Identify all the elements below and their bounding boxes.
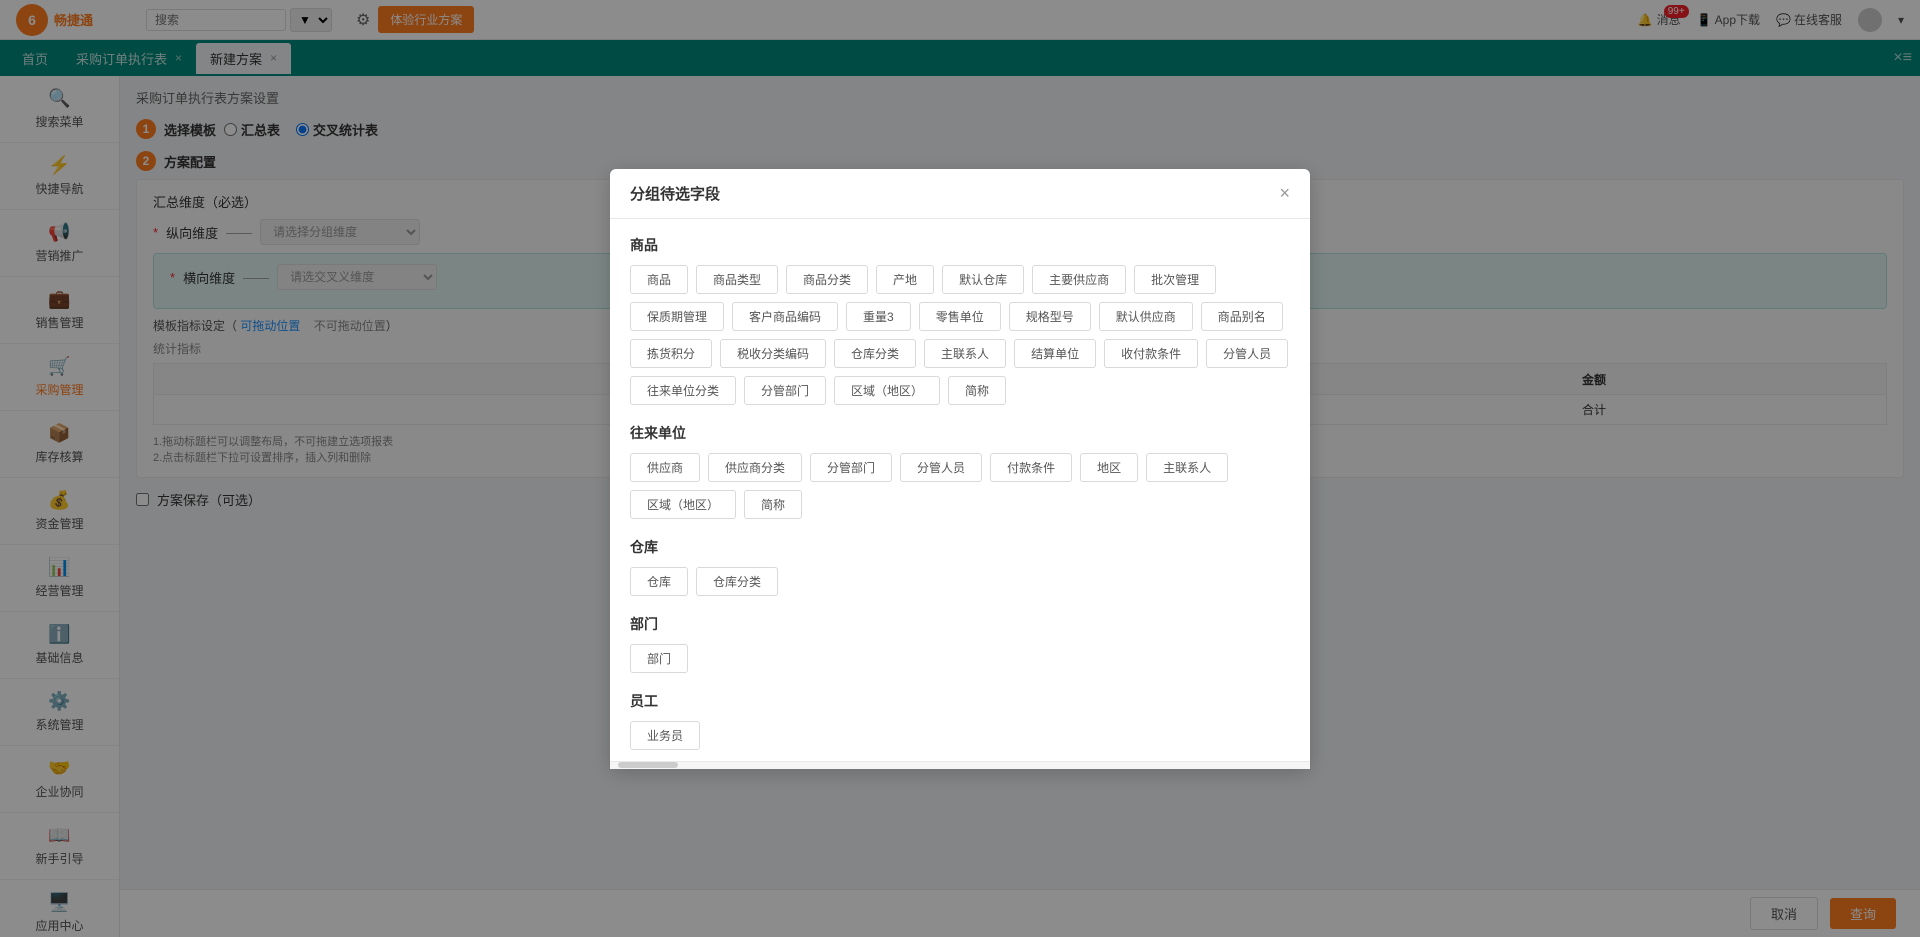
chip-batch-mgmt[interactable]: 批次管理 — [1134, 265, 1216, 294]
chip-department[interactable]: 部门 — [630, 644, 688, 673]
chip-abbr2[interactable]: 简称 — [744, 490, 802, 519]
modal-header: 分组待选字段 × — [610, 169, 1310, 219]
chip-warehouse-cat[interactable]: 仓库分类 — [696, 567, 778, 596]
chip-settlement-unit[interactable]: 结算单位 — [1014, 339, 1096, 368]
chip-weight[interactable]: 重量3 — [846, 302, 911, 331]
chip-supervisor2[interactable]: 分管人员 — [900, 453, 982, 482]
chip-main-contact[interactable]: 主联系人 — [924, 339, 1006, 368]
group-title-partner: 往来单位 — [630, 423, 1290, 443]
modal-hscroll-bar — [618, 762, 678, 768]
modal-title: 分组待选字段 — [630, 183, 720, 204]
chip-tax-code[interactable]: 税收分类编码 — [720, 339, 826, 368]
field-group-department: 部门 部门 — [630, 614, 1290, 673]
chip-expiry-mgmt[interactable]: 保质期管理 — [630, 302, 724, 331]
field-chips-partner: 供应商 供应商分类 分管部门 分管人员 付款条件 地区 主联系人 区域（地区） … — [630, 453, 1290, 519]
chip-salesperson[interactable]: 业务员 — [630, 721, 700, 750]
chip-supervisor[interactable]: 分管人员 — [1206, 339, 1288, 368]
chip-dept[interactable]: 分管部门 — [744, 376, 826, 405]
chip-spec-model[interactable]: 规格型号 — [1009, 302, 1091, 331]
chip-main-contact2[interactable]: 主联系人 — [1146, 453, 1228, 482]
chip-partner-category[interactable]: 往来单位分类 — [630, 376, 736, 405]
chip-area[interactable]: 地区 — [1080, 453, 1138, 482]
field-group-product: 商品 商品 商品类型 商品分类 产地 默认仓库 主要供应商 批次管理 保质期管理… — [630, 235, 1290, 405]
chip-payment-terms[interactable]: 收付款条件 — [1104, 339, 1198, 368]
chip-default-supplier[interactable]: 默认供应商 — [1099, 302, 1193, 331]
modal: 分组待选字段 × 商品 商品 商品类型 商品分类 产地 默认仓库 主要供应商 批… — [610, 169, 1310, 769]
chip-pick-points[interactable]: 拣货积分 — [630, 339, 712, 368]
field-chips-warehouse: 仓库 仓库分类 — [630, 567, 1290, 596]
chip-region1[interactable]: 区域（地区） — [834, 376, 940, 405]
field-chips-employee: 业务员 — [630, 721, 1290, 750]
chip-pay-terms[interactable]: 付款条件 — [990, 453, 1072, 482]
field-chips-product: 商品 商品类型 商品分类 产地 默认仓库 主要供应商 批次管理 保质期管理 客户… — [630, 265, 1290, 405]
field-group-partner: 往来单位 供应商 供应商分类 分管部门 分管人员 付款条件 地区 主联系人 区域… — [630, 423, 1290, 519]
chip-product-category[interactable]: 商品分类 — [786, 265, 868, 294]
group-title-product: 商品 — [630, 235, 1290, 255]
chip-default-warehouse[interactable]: 默认仓库 — [942, 265, 1024, 294]
modal-overlay[interactable]: 分组待选字段 × 商品 商品 商品类型 商品分类 产地 默认仓库 主要供应商 批… — [0, 0, 1920, 937]
chip-abbr1[interactable]: 简称 — [948, 376, 1006, 405]
field-chips-department: 部门 — [630, 644, 1290, 673]
chip-retail-unit[interactable]: 零售单位 — [919, 302, 1001, 331]
modal-body[interactable]: 商品 商品 商品类型 商品分类 产地 默认仓库 主要供应商 批次管理 保质期管理… — [610, 219, 1310, 761]
chip-main-supplier[interactable]: 主要供应商 — [1032, 265, 1126, 294]
field-group-warehouse: 仓库 仓库 仓库分类 — [630, 537, 1290, 596]
chip-product-alias[interactable]: 商品别名 — [1201, 302, 1283, 331]
chip-product[interactable]: 商品 — [630, 265, 688, 294]
chip-customer-code[interactable]: 客户商品编码 — [732, 302, 838, 331]
chip-supplier-category[interactable]: 供应商分类 — [708, 453, 802, 482]
chip-region2[interactable]: 区域（地区） — [630, 490, 736, 519]
chip-warehouse[interactable]: 仓库 — [630, 567, 688, 596]
chip-product-type[interactable]: 商品类型 — [696, 265, 778, 294]
modal-hscroll[interactable] — [610, 761, 1310, 769]
chip-warehouse-category[interactable]: 仓库分类 — [834, 339, 916, 368]
chip-dept2[interactable]: 分管部门 — [810, 453, 892, 482]
chip-origin[interactable]: 产地 — [876, 265, 934, 294]
field-group-employee: 员工 业务员 — [630, 691, 1290, 750]
group-title-employee: 员工 — [630, 691, 1290, 711]
chip-supplier[interactable]: 供应商 — [630, 453, 700, 482]
modal-close-button[interactable]: × — [1279, 183, 1290, 204]
group-title-department: 部门 — [630, 614, 1290, 634]
group-title-warehouse: 仓库 — [630, 537, 1290, 557]
